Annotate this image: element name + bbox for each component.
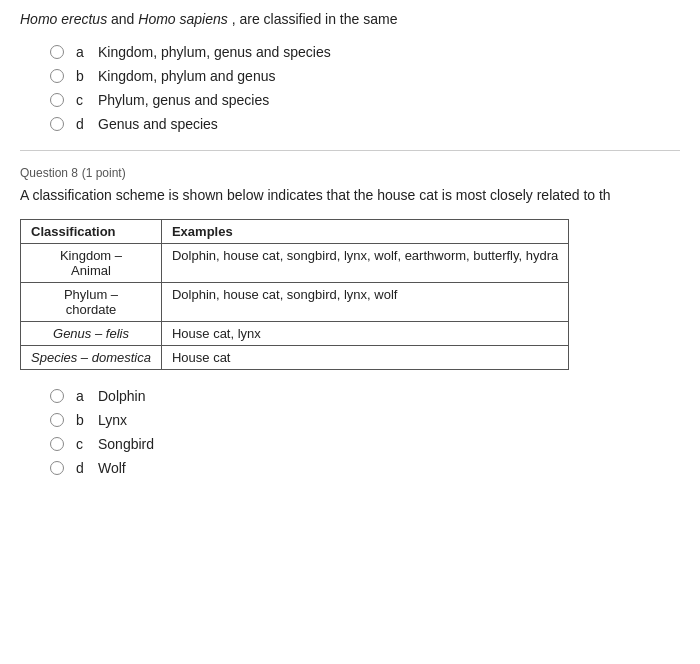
phylum-col2: Dolphin, house cat, songbird, lynx, wolf	[161, 283, 568, 322]
q8-letter-b: b	[76, 412, 86, 428]
q7-text-c: Phylum, genus and species	[98, 92, 269, 108]
genus-label: Genus –	[53, 326, 106, 341]
q7-question-text: Homo erectus and Homo sapiens , are clas…	[20, 10, 680, 30]
page-container: Homo erectus and Homo sapiens , are clas…	[0, 0, 700, 664]
q8-options-list: a Dolphin b Lynx c Songbird d Wolf	[50, 388, 680, 476]
q7-radio-a[interactable]	[50, 45, 64, 59]
q7-homo-erectus: Homo erectus	[20, 11, 107, 27]
q8-radio-c[interactable]	[50, 437, 64, 451]
q7-homo-sapiens: Homo sapiens	[138, 11, 228, 27]
q8-option-c: c Songbird	[50, 436, 680, 452]
q7-letter-c: c	[76, 92, 86, 108]
species-label: Species –	[31, 350, 92, 365]
species-domestica: domestica	[92, 350, 151, 365]
genus-col2: House cat, lynx	[161, 322, 568, 346]
q8-option-b: b Lynx	[50, 412, 680, 428]
q8-letter-c: c	[76, 436, 86, 452]
q7-text-end: , are classified in the same	[232, 11, 398, 27]
q8-text-b: Lynx	[98, 412, 127, 428]
q7-radio-d[interactable]	[50, 117, 64, 131]
classification-table: Classification Examples Kingdom – Animal…	[20, 219, 569, 370]
kingdom-label: Kingdom –	[60, 248, 122, 263]
q7-letter-a: a	[76, 44, 86, 60]
q8-question-text: A classification scheme is shown below i…	[20, 186, 680, 206]
kingdom-col2: Dolphin, house cat, songbird, lynx, wolf…	[161, 244, 568, 283]
species-col2: House cat	[161, 346, 568, 370]
q7-letter-b: b	[76, 68, 86, 84]
q8-title: Question 8	[20, 166, 78, 180]
q7-option-b: b Kingdom, phylum and genus	[50, 68, 680, 84]
table-row-genus: Genus – felis House cat, lynx	[21, 322, 569, 346]
q8-header: Question 8 (1 point)	[20, 165, 680, 180]
q8-text-c: Songbird	[98, 436, 154, 452]
phylum-col1: Phylum – chordate	[21, 283, 162, 322]
phylum-label: Phylum –	[64, 287, 118, 302]
table-row-species: Species – domestica House cat	[21, 346, 569, 370]
table-row-phylum: Phylum – chordate Dolphin, house cat, so…	[21, 283, 569, 322]
q8-letter-a: a	[76, 388, 86, 404]
q7-text-d: Genus and species	[98, 116, 218, 132]
kingdom-col1: Kingdom – Animal	[21, 244, 162, 283]
table-row-kingdom: Kingdom – Animal Dolphin, house cat, son…	[21, 244, 569, 283]
q8-radio-a[interactable]	[50, 389, 64, 403]
genus-col1: Genus – felis	[21, 322, 162, 346]
q8-text-a: Dolphin	[98, 388, 145, 404]
q7-and: and	[111, 11, 138, 27]
q8-radio-d[interactable]	[50, 461, 64, 475]
q8-points: (1 point)	[82, 166, 126, 180]
q7-text-a: Kingdom, phylum, genus and species	[98, 44, 331, 60]
q8-letter-d: d	[76, 460, 86, 476]
q7-options-list: a Kingdom, phylum, genus and species b K…	[50, 44, 680, 132]
q8-radio-b[interactable]	[50, 413, 64, 427]
q7-option-d: d Genus and species	[50, 116, 680, 132]
q7-option-a: a Kingdom, phylum, genus and species	[50, 44, 680, 60]
q7-radio-c[interactable]	[50, 93, 64, 107]
species-col1: Species – domestica	[21, 346, 162, 370]
section-divider	[20, 150, 680, 151]
q8-text-d: Wolf	[98, 460, 126, 476]
chordate-label: chordate	[66, 302, 117, 317]
q7-letter-d: d	[76, 116, 86, 132]
genus-felis: felis	[106, 326, 129, 341]
col2-header: Examples	[161, 220, 568, 244]
q8-option-d: d Wolf	[50, 460, 680, 476]
table-header-row: Classification Examples	[21, 220, 569, 244]
animal-label: Animal	[71, 263, 111, 278]
q7-text-b: Kingdom, phylum and genus	[98, 68, 275, 84]
col1-header: Classification	[21, 220, 162, 244]
q7-option-c: c Phylum, genus and species	[50, 92, 680, 108]
q8-option-a: a Dolphin	[50, 388, 680, 404]
q7-radio-b[interactable]	[50, 69, 64, 83]
